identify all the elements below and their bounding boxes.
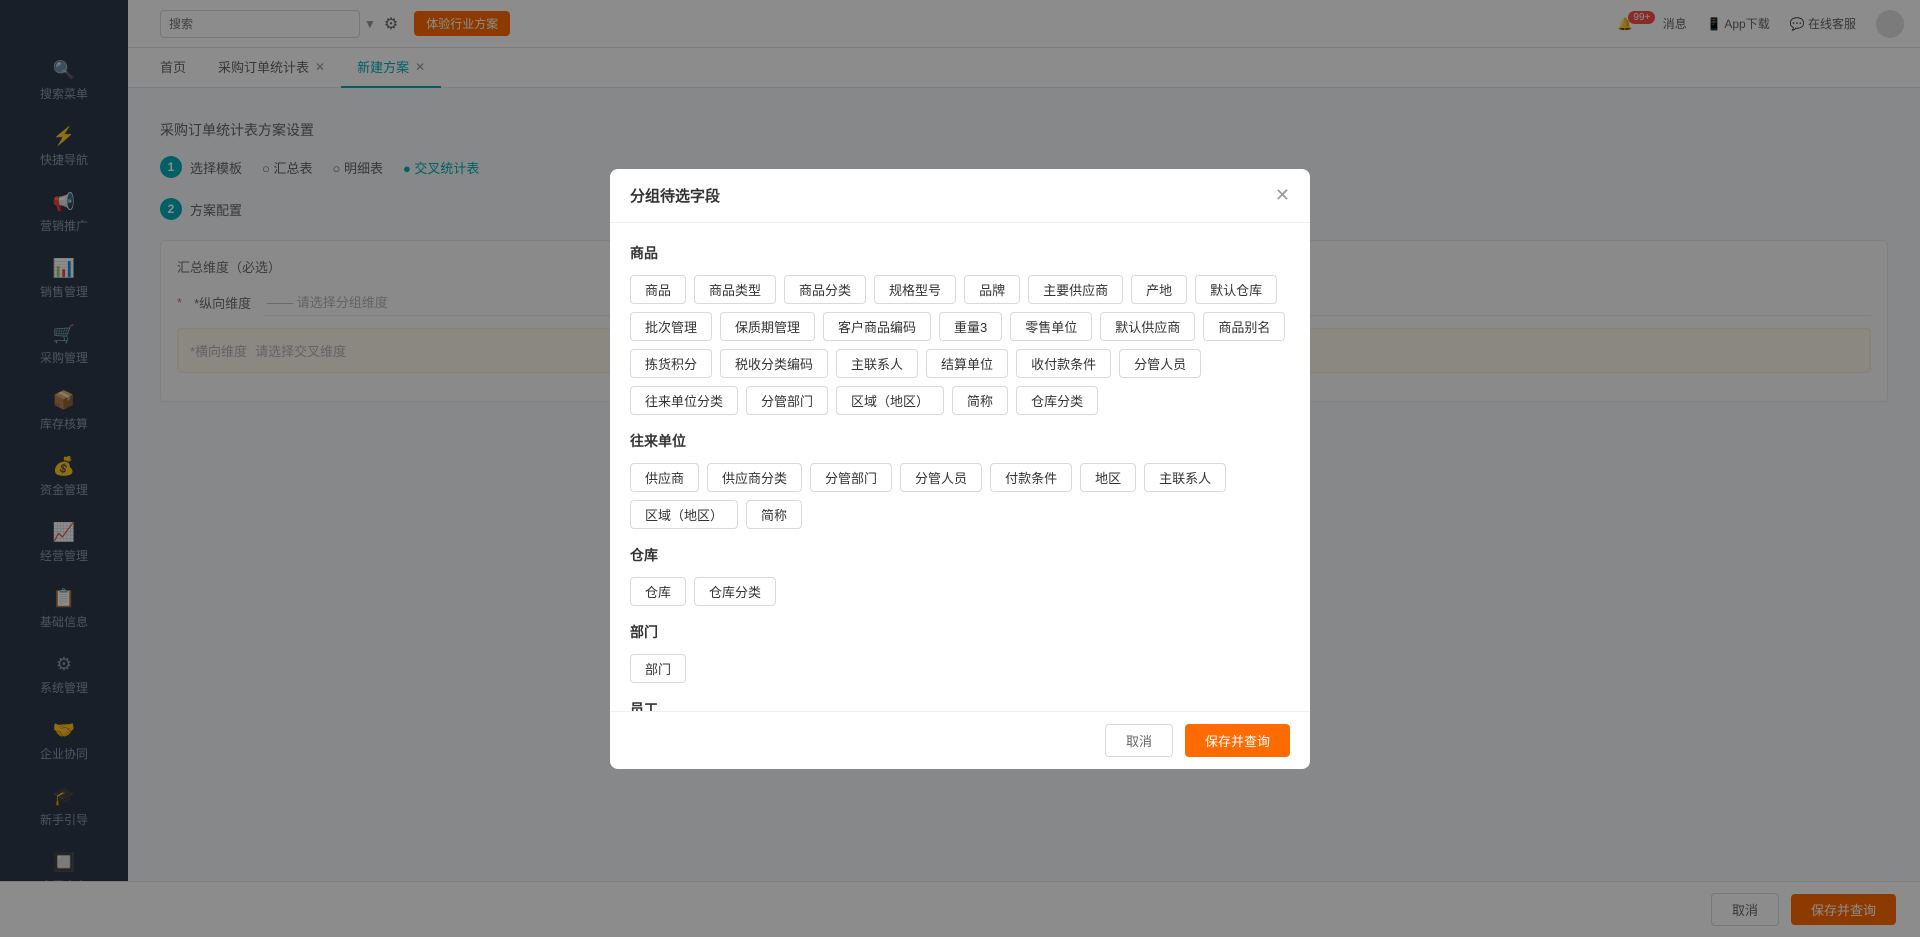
tag-product-19[interactable]: 结算单位 (926, 349, 1008, 378)
tag-group-partner: 供应商 供应商分类 分管部门 分管人员 付款条件 地区 主联系人 区域（地区） … (630, 463, 1290, 529)
dialog-title: 分组待选字段 (630, 185, 720, 206)
tag-product-14[interactable]: 默认供应商 (1100, 312, 1195, 341)
tag-dept-1[interactable]: 部门 (630, 654, 686, 683)
tag-product-13[interactable]: 零售单位 (1010, 312, 1092, 341)
tag-product-1[interactable]: 商品 (630, 275, 686, 304)
tag-product-7[interactable]: 产地 (1131, 275, 1187, 304)
tag-partner-5[interactable]: 付款条件 (990, 463, 1072, 492)
section-title-warehouse: 仓库 (630, 545, 1290, 565)
dialog: 分组待选字段 ✕ 商品 商品 商品类型 商品分类 规格型号 品牌 主要供应商 产… (610, 169, 1310, 769)
tag-partner-4[interactable]: 分管人员 (900, 463, 982, 492)
tag-warehouse-1[interactable]: 仓库 (630, 577, 686, 606)
section-title-employee: 员工 (630, 699, 1290, 711)
tag-product-2[interactable]: 商品类型 (694, 275, 776, 304)
dialog-footer: 取消 保存并查询 (610, 711, 1310, 769)
tag-product-8[interactable]: 默认仓库 (1195, 275, 1277, 304)
tag-partner-9[interactable]: 简称 (746, 500, 802, 529)
modal-overlay: 分组待选字段 ✕ 商品 商品 商品类型 商品分类 规格型号 品牌 主要供应商 产… (0, 0, 1920, 937)
tag-product-9[interactable]: 批次管理 (630, 312, 712, 341)
tag-product-17[interactable]: 税收分类编码 (720, 349, 828, 378)
section-title-product: 商品 (630, 243, 1290, 263)
tag-partner-8[interactable]: 区域（地区） (630, 500, 738, 529)
tag-partner-1[interactable]: 供应商 (630, 463, 699, 492)
tag-product-21[interactable]: 分管人员 (1119, 349, 1201, 378)
dialog-close-icon[interactable]: ✕ (1275, 185, 1290, 206)
tag-group-dept: 部门 (630, 654, 1290, 683)
tag-product-24[interactable]: 区域（地区） (836, 386, 944, 415)
tag-product-12[interactable]: 重量3 (939, 312, 1002, 341)
section-title-dept: 部门 (630, 622, 1290, 642)
tag-product-26[interactable]: 仓库分类 (1016, 386, 1098, 415)
tag-partner-6[interactable]: 地区 (1080, 463, 1136, 492)
tag-product-20[interactable]: 收付款条件 (1016, 349, 1111, 378)
section-title-partner: 往来单位 (630, 431, 1290, 451)
tag-product-22[interactable]: 往来单位分类 (630, 386, 738, 415)
tag-product-11[interactable]: 客户商品编码 (823, 312, 931, 341)
tag-group-product: 商品 商品类型 商品分类 规格型号 品牌 主要供应商 产地 默认仓库 批次管理 … (630, 275, 1290, 415)
tag-product-5[interactable]: 品牌 (964, 275, 1020, 304)
tag-product-3[interactable]: 商品分类 (784, 275, 866, 304)
tag-warehouse-2[interactable]: 仓库分类 (694, 577, 776, 606)
tag-product-4[interactable]: 规格型号 (874, 275, 956, 304)
tag-group-warehouse: 仓库 仓库分类 (630, 577, 1290, 606)
tag-product-15[interactable]: 商品别名 (1203, 312, 1285, 341)
tag-product-18[interactable]: 主联系人 (836, 349, 918, 378)
tag-product-16[interactable]: 拣货积分 (630, 349, 712, 378)
dialog-cancel-button[interactable]: 取消 (1105, 724, 1173, 757)
dialog-body[interactable]: 商品 商品 商品类型 商品分类 规格型号 品牌 主要供应商 产地 默认仓库 批次… (610, 223, 1310, 711)
tag-product-25[interactable]: 简称 (952, 386, 1008, 415)
tag-partner-2[interactable]: 供应商分类 (707, 463, 802, 492)
tag-partner-3[interactable]: 分管部门 (810, 463, 892, 492)
dialog-header: 分组待选字段 ✕ (610, 169, 1310, 223)
tag-product-6[interactable]: 主要供应商 (1028, 275, 1123, 304)
tag-partner-7[interactable]: 主联系人 (1144, 463, 1226, 492)
dialog-confirm-button[interactable]: 保存并查询 (1185, 724, 1290, 757)
tag-product-10[interactable]: 保质期管理 (720, 312, 815, 341)
tag-product-23[interactable]: 分管部门 (746, 386, 828, 415)
